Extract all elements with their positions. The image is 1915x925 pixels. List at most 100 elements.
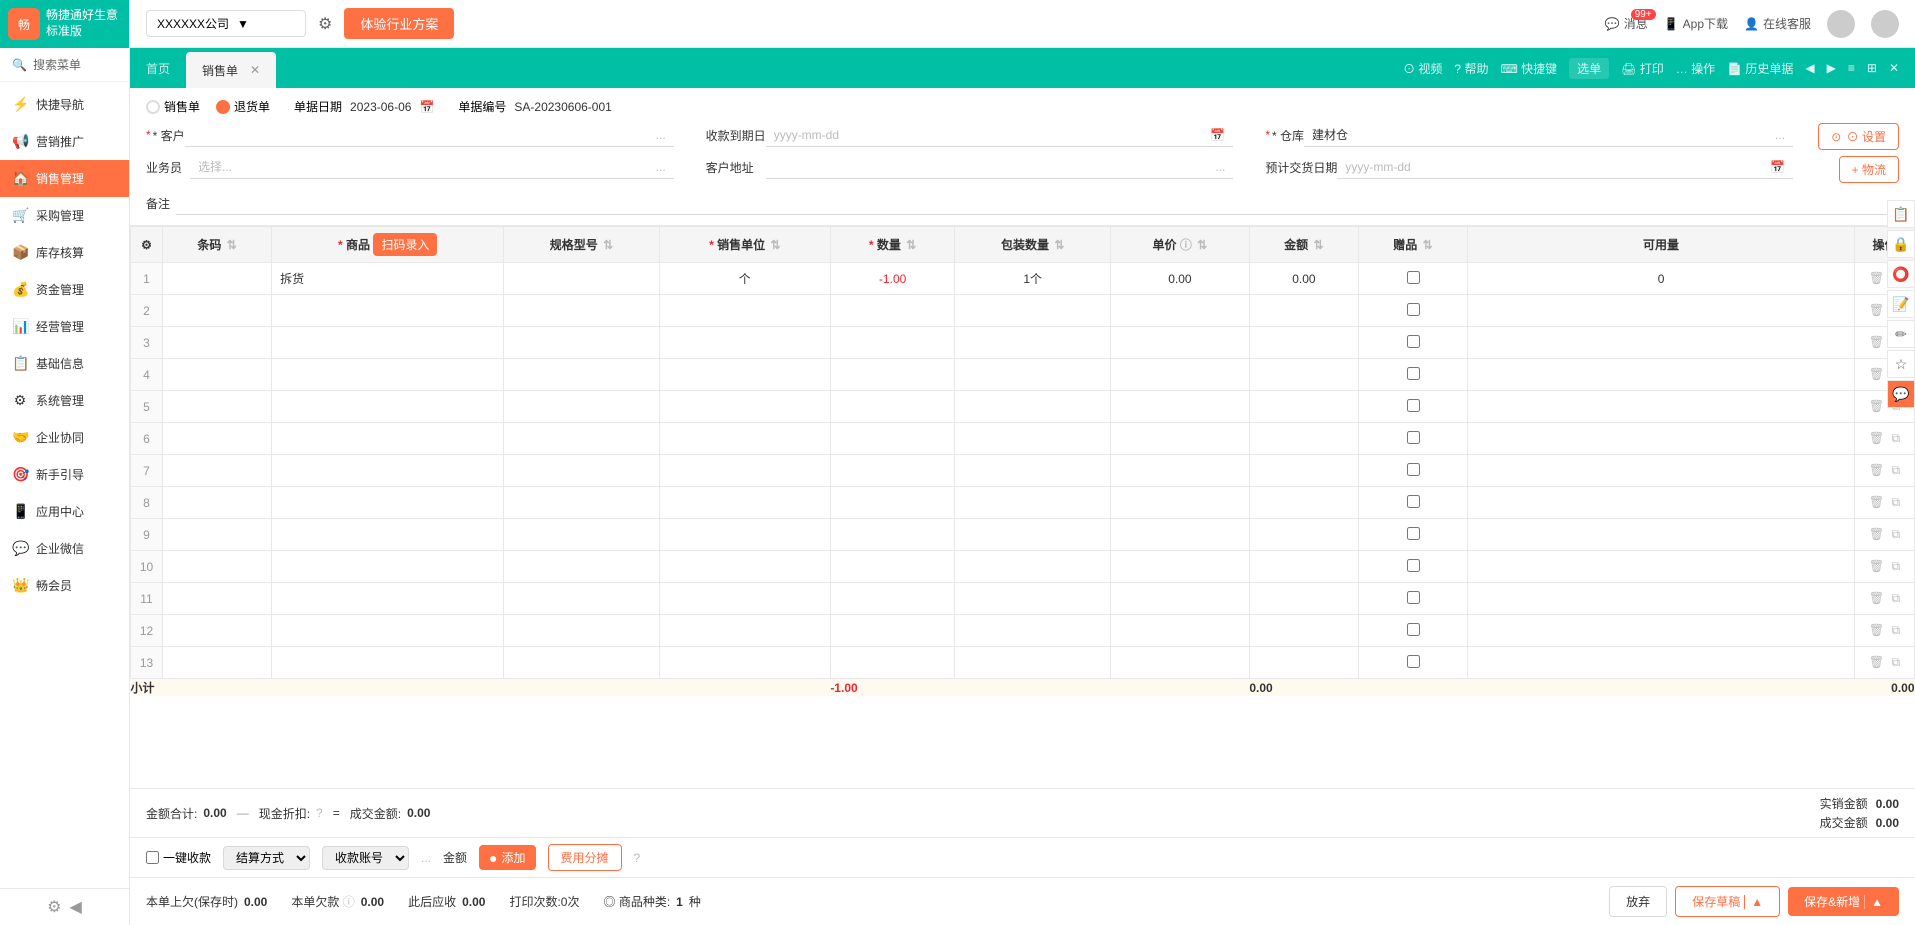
cell-pkg-qty[interactable] — [955, 615, 1111, 647]
cell-amount[interactable] — [1249, 551, 1358, 583]
delete-row-btn[interactable]: 🗑 — [1869, 623, 1884, 637]
sidebar-item-marketing[interactable]: 📢 营销推广 — [0, 123, 129, 160]
cell-spec[interactable] — [504, 423, 660, 455]
cell-pkg-qty[interactable] — [955, 583, 1111, 615]
copy-row-btn[interactable]: ⧉ — [1892, 591, 1901, 605]
cell-qty[interactable] — [830, 487, 955, 519]
float-btn-7[interactable]: 💬 — [1887, 380, 1915, 408]
cell-gift[interactable] — [1358, 359, 1467, 391]
cell-amount[interactable]: 0.00 — [1249, 263, 1358, 295]
sidebar-item-system[interactable]: ⚙ 系统管理 — [0, 382, 129, 419]
float-btn-3[interactable]: ⭕ — [1887, 260, 1915, 288]
cell-pkg-qty[interactable] — [955, 391, 1111, 423]
print-link[interactable]: 🖨 打印 — [1621, 60, 1664, 77]
cell-barcode[interactable] — [163, 615, 272, 647]
delete-row-btn[interactable]: 🗑 — [1869, 271, 1884, 285]
cell-product[interactable] — [272, 519, 504, 551]
cell-barcode[interactable] — [163, 327, 272, 359]
cell-amount[interactable] — [1249, 295, 1358, 327]
cell-amount[interactable] — [1249, 615, 1358, 647]
cell-pkg-qty[interactable] — [955, 487, 1111, 519]
cell-price[interactable] — [1110, 487, 1249, 519]
sidebar-item-enterprise[interactable]: 🤝 企业协同 — [0, 419, 129, 456]
float-btn-4[interactable]: 📝 — [1887, 290, 1915, 318]
cell-pkg-qty[interactable] — [955, 423, 1111, 455]
cell-pkg-qty[interactable] — [955, 359, 1111, 391]
cell-spec[interactable] — [504, 583, 660, 615]
expected-date-calendar[interactable]: 📅 — [1770, 160, 1785, 174]
cell-qty[interactable] — [830, 295, 955, 327]
cell-gift[interactable] — [1358, 327, 1467, 359]
app-download-btn[interactable]: 📱 App下载 — [1664, 15, 1728, 32]
customer-addr-input[interactable]: ... — [766, 155, 1234, 179]
cell-gift[interactable] — [1358, 487, 1467, 519]
cell-price[interactable] — [1110, 359, 1249, 391]
cell-unit[interactable] — [659, 295, 830, 327]
col-settings[interactable]: ⚙ — [131, 227, 163, 263]
float-btn-6[interactable]: ☆ — [1887, 350, 1915, 378]
cell-gift[interactable] — [1358, 647, 1467, 679]
trial-btn[interactable]: 体验行业方案 — [344, 8, 454, 39]
cell-unit[interactable] — [659, 583, 830, 615]
cell-product[interactable] — [272, 327, 504, 359]
close-tab-btn[interactable]: ✕ — [1889, 61, 1899, 75]
save-draft-chevron[interactable]: ▲ — [1744, 895, 1763, 909]
cell-price[interactable] — [1110, 295, 1249, 327]
cell-unit[interactable] — [659, 487, 830, 519]
cell-pkg-qty[interactable] — [955, 455, 1111, 487]
delete-row-btn[interactable]: 🗑 — [1869, 527, 1884, 541]
online-service-btn[interactable]: 👤 在线客服 — [1744, 15, 1811, 32]
cell-barcode[interactable] — [163, 455, 272, 487]
tab-sales-order[interactable]: 销售单 ✕ — [186, 52, 276, 88]
sidebar-collapse-btn[interactable]: ◀ — [70, 897, 82, 917]
cell-product[interactable] — [272, 455, 504, 487]
cell-pkg-qty[interactable] — [955, 551, 1111, 583]
delete-row-btn[interactable]: 🗑 — [1869, 559, 1884, 573]
cell-spec[interactable] — [504, 263, 660, 295]
one-click-payment[interactable]: 一键收款 — [146, 849, 211, 866]
cell-product[interactable] — [272, 423, 504, 455]
cell-barcode[interactable] — [163, 551, 272, 583]
cell-amount[interactable] — [1249, 487, 1358, 519]
cell-spec[interactable] — [504, 359, 660, 391]
cell-pkg-qty[interactable] — [955, 519, 1111, 551]
cell-spec[interactable] — [504, 551, 660, 583]
cell-spec[interactable] — [504, 327, 660, 359]
one-click-checkbox[interactable] — [146, 851, 159, 864]
messages-btn[interactable]: 💬 消息 99+ — [1605, 15, 1648, 32]
cell-pkg-qty[interactable] — [955, 295, 1111, 327]
cell-qty[interactable] — [830, 359, 955, 391]
cell-spec[interactable] — [504, 615, 660, 647]
calc-method-select[interactable]: 结算方式 — [223, 846, 310, 870]
cell-product[interactable]: 拆货 — [272, 263, 504, 295]
cell-qty[interactable] — [830, 423, 955, 455]
cell-product[interactable] — [272, 551, 504, 583]
delete-row-btn[interactable]: 🗑 — [1869, 591, 1884, 605]
delete-row-btn[interactable]: 🗑 — [1869, 367, 1884, 381]
sidebar-item-apps[interactable]: 📱 应用中心 — [0, 493, 129, 530]
sidebar-item-finance[interactable]: 💰 资金管理 — [0, 271, 129, 308]
cell-amount[interactable] — [1249, 391, 1358, 423]
cell-unit[interactable] — [659, 327, 830, 359]
view-grid-btn[interactable]: ⊞ — [1867, 61, 1877, 75]
radio-return[interactable]: 退货单 — [216, 98, 270, 115]
sidebar-item-inventory[interactable]: 📦 库存核算 — [0, 234, 129, 271]
copy-row-btn[interactable]: ⧉ — [1892, 527, 1901, 541]
cell-product[interactable] — [272, 391, 504, 423]
cell-unit[interactable] — [659, 519, 830, 551]
cell-qty[interactable] — [830, 551, 955, 583]
cell-barcode[interactable] — [163, 487, 272, 519]
discard-btn[interactable]: 放弃 — [1609, 886, 1667, 917]
cell-price[interactable] — [1110, 423, 1249, 455]
sidebar-search[interactable]: 🔍 搜索菜单 — [0, 48, 129, 82]
sidebar-settings-btn[interactable]: ⚙ — [47, 897, 61, 917]
tab-home[interactable]: 首页 — [130, 48, 186, 88]
cell-qty[interactable] — [830, 615, 955, 647]
cell-gift[interactable] — [1358, 455, 1467, 487]
cell-qty[interactable] — [830, 583, 955, 615]
cell-gift[interactable] — [1358, 295, 1467, 327]
account-select[interactable]: 收款账号 — [322, 846, 409, 870]
delete-row-btn[interactable]: 🗑 — [1869, 463, 1884, 477]
save-draft-btn[interactable]: 保存草稿 ▲ — [1675, 886, 1780, 917]
sidebar-item-wechat[interactable]: 💬 企业微信 — [0, 530, 129, 567]
